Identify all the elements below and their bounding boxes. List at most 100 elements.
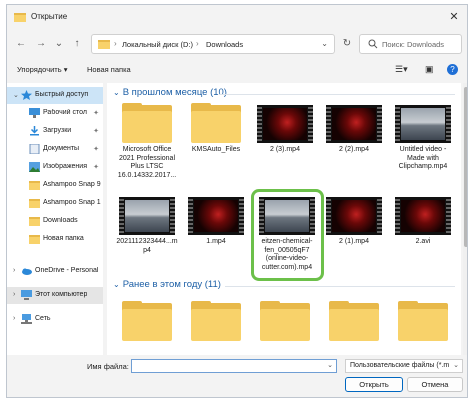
- chevron-right-icon[interactable]: ›: [13, 291, 15, 298]
- sidebar-item-label: Ashampoo Snap 1: [43, 199, 101, 206]
- sidebar-item-new-folder[interactable]: Новая папка: [7, 231, 103, 248]
- chevron-down-icon[interactable]: ⌄: [113, 88, 120, 97]
- refresh-button[interactable]: ↻: [339, 36, 355, 52]
- chevron-down-icon[interactable]: ⌄: [321, 39, 328, 48]
- file-item[interactable]: Untitled video - Made with Clipchamp.mp4: [391, 105, 455, 172]
- file-type-filter[interactable]: Пользовательские файлы (*.m ⌄: [345, 359, 463, 373]
- sidebar-item-ashampoo-snap-9[interactable]: Ashampoo Snap 9: [7, 177, 103, 194]
- file-item[interactable]: [115, 301, 179, 341]
- sidebar-item-label: Рабочий стол: [43, 109, 87, 116]
- desktop-icon: [29, 108, 40, 118]
- sidebar-item-downloads-folder[interactable]: Downloads: [7, 213, 103, 230]
- breadcrumb-downloads[interactable]: Downloads: [206, 40, 243, 49]
- file-item[interactable]: 1.mp4: [184, 197, 248, 247]
- group-title: Ранее в этом году (11): [122, 279, 221, 290]
- sidebar-item-label: Быстрый доступ: [35, 91, 89, 98]
- image-icon: [29, 162, 40, 172]
- command-bar: Упорядочить ▾ Новая папка ☰▾ ▣ ?: [7, 60, 467, 80]
- vertical-scrollbar[interactable]: [463, 83, 467, 355]
- file-item[interactable]: [391, 301, 455, 341]
- computer-icon: [21, 290, 32, 300]
- forward-button[interactable]: →: [33, 36, 49, 52]
- sidebar-item-label: Ashampoo Snap 9: [43, 181, 101, 188]
- file-name: 2 (2).mp4: [339, 146, 369, 153]
- search-input[interactable]: Поиск: Downloads: [382, 40, 444, 49]
- organize-button[interactable]: Упорядочить ▾: [17, 65, 67, 74]
- title-bar: Открытие ✕: [7, 5, 467, 29]
- scrollbar-thumb[interactable]: [464, 87, 467, 247]
- file-name: 1.mp4: [206, 238, 226, 245]
- recent-locations-button[interactable]: ⌄: [51, 36, 67, 52]
- sidebar-item-onedrive[interactable]: › OneDrive - Personal: [7, 263, 103, 280]
- file-name: Microsoft Office 2021 Professional Plus …: [117, 146, 177, 179]
- search-box[interactable]: Поиск: Downloads: [359, 34, 462, 54]
- chevron-right-icon[interactable]: ›: [13, 267, 15, 274]
- file-name: 2.avi: [415, 238, 431, 245]
- file-name: 2 (1).mp4: [339, 238, 369, 245]
- sidebar-item-network[interactable]: › Сеть: [7, 311, 103, 328]
- breadcrumb-drive[interactable]: Локальный диск (D:): [122, 40, 193, 49]
- sidebar-item-label: Документы: [43, 145, 80, 152]
- sidebar-item-documents[interactable]: Документы ✦: [7, 141, 103, 158]
- chevron-right-icon: ›: [114, 39, 117, 48]
- sidebar-item-quick-access[interactable]: ⌄ Быстрый доступ: [7, 87, 103, 104]
- chevron-right-icon: ›: [196, 39, 199, 48]
- window-title: Открытие: [31, 12, 68, 21]
- file-item[interactable]: KMSAuto_Files: [184, 103, 248, 155]
- chevron-down-icon[interactable]: ⌄: [453, 361, 459, 369]
- cloud-icon: [22, 268, 32, 275]
- file-item[interactable]: [322, 301, 386, 341]
- folder-icon: [191, 301, 241, 341]
- file-item[interactable]: 2 (2).mp4: [322, 105, 386, 155]
- file-item[interactable]: 2021112323444...mp4: [115, 197, 179, 255]
- group-divider: [219, 94, 455, 95]
- file-item[interactable]: [184, 301, 248, 341]
- filter-value: Пользовательские файлы (*.m: [350, 362, 450, 369]
- sidebar-item-images[interactable]: Изображения ✦: [7, 159, 103, 176]
- file-item-selected[interactable]: eitzen-chemical-fen_00505qF7 (online-vid…: [255, 197, 319, 272]
- chevron-right-icon[interactable]: ›: [13, 315, 15, 322]
- group-divider: [225, 286, 455, 287]
- sidebar-item-desktop[interactable]: Рабочий стол ✦: [7, 105, 103, 122]
- up-button[interactable]: ↑: [69, 36, 85, 52]
- file-item[interactable]: 2.avi: [391, 197, 455, 247]
- chevron-down-icon[interactable]: ⌄: [327, 361, 333, 369]
- search-icon: [368, 39, 378, 49]
- sidebar-item-ashampoo-snap-1[interactable]: Ashampoo Snap 1: [7, 195, 103, 212]
- group-header-last-month[interactable]: ⌄ В прошлом месяце (10): [113, 87, 227, 98]
- file-item[interactable]: [253, 301, 317, 341]
- sidebar-item-label: Загрузки: [43, 127, 72, 134]
- file-item[interactable]: 2 (1).mp4: [322, 197, 386, 247]
- address-bar[interactable]: › Локальный диск (D:) › Downloads ⌄: [91, 34, 335, 54]
- sidebar-item-label: Новая папка: [43, 235, 84, 242]
- video-thumbnail-icon: [326, 197, 382, 235]
- group-title: В прошлом месяце (10): [122, 87, 227, 98]
- navigation-pane: ⌄ Быстрый доступ Рабочий стол ✦ Загрузки…: [7, 83, 103, 355]
- sidebar-item-downloads[interactable]: Загрузки ✦: [7, 123, 103, 140]
- chevron-down-icon[interactable]: ⌄: [113, 280, 120, 289]
- pin-icon: ✦: [93, 128, 99, 135]
- filename-input[interactable]: ⌄: [131, 359, 337, 373]
- group-header-earlier-this-year[interactable]: ⌄ Ранее в этом году (11): [113, 279, 221, 290]
- dialog-footer: Имя файла: ⌄ Пользовательские файлы (*.m…: [7, 357, 467, 397]
- back-button[interactable]: ←: [13, 36, 29, 52]
- file-item[interactable]: 2 (3).mp4: [253, 105, 317, 155]
- folder-icon: [398, 301, 448, 341]
- file-name: eitzen-chemical-fen_00505qF7 (online-vid…: [261, 238, 313, 271]
- folder-icon: [329, 301, 379, 341]
- help-icon[interactable]: ?: [447, 64, 458, 75]
- folder-icon: [29, 235, 40, 244]
- sidebar-item-label: OneDrive - Personal: [35, 267, 99, 274]
- cancel-button[interactable]: Отмена: [407, 377, 463, 392]
- view-options-icon[interactable]: ☰▾: [395, 64, 408, 75]
- file-item[interactable]: Microsoft Office 2021 Professional Plus …: [115, 103, 179, 180]
- sidebar-item-this-pc[interactable]: › Этот компьютер: [7, 287, 103, 304]
- star-icon: [21, 90, 32, 100]
- new-folder-button[interactable]: Новая папка: [87, 65, 131, 74]
- download-icon: [30, 126, 39, 136]
- close-button[interactable]: ✕: [441, 5, 467, 29]
- open-button[interactable]: Открыть: [345, 377, 403, 392]
- video-thumbnail-icon: [257, 105, 313, 143]
- chevron-down-icon[interactable]: ⌄: [13, 91, 19, 99]
- preview-pane-icon[interactable]: ▣: [425, 64, 434, 75]
